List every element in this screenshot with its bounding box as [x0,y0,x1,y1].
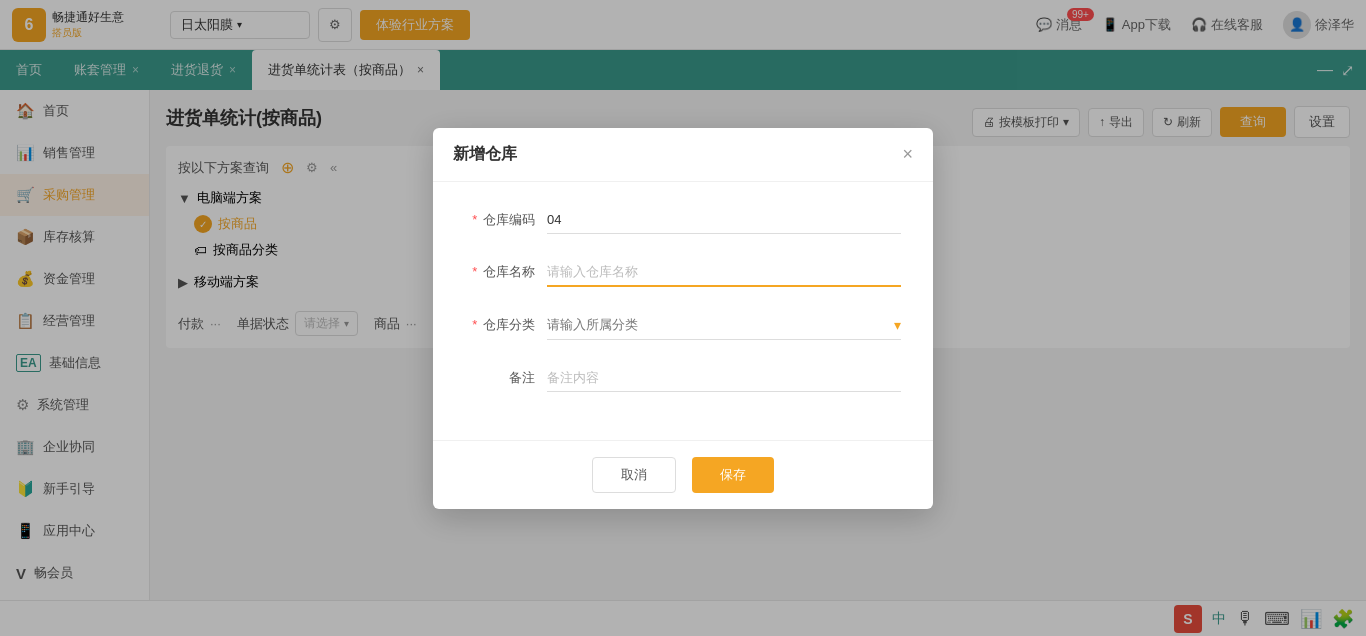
dialog-overlay[interactable]: 新增仓库 × * 仓库编码 * 仓库名称 * [0,0,1366,636]
warehouse-note-row: 备注 [465,364,901,392]
warehouse-category-select[interactable]: ▾ [547,311,901,340]
dialog-title: 新增仓库 [453,144,517,165]
cancel-button[interactable]: 取消 [592,457,676,493]
category-input[interactable] [547,317,894,332]
warehouse-name-row: * 仓库名称 [465,258,901,287]
warehouse-name-input[interactable] [547,258,901,287]
note-label: 备注 [465,369,535,387]
new-warehouse-dialog: 新增仓库 × * 仓库编码 * 仓库名称 * [433,128,933,509]
warehouse-category-row: * 仓库分类 ▾ [465,311,901,340]
name-label: * 仓库名称 [465,263,535,281]
warehouse-code-input[interactable] [547,206,901,234]
warehouse-note-input[interactable] [547,364,901,392]
dialog-footer: 取消 保存 [433,440,933,509]
category-dropdown-icon: ▾ [894,317,901,333]
dialog-close-button[interactable]: × [902,144,913,165]
category-label: * 仓库分类 [465,316,535,334]
code-label: * 仓库编码 [465,211,535,229]
warehouse-code-row: * 仓库编码 [465,206,901,234]
dialog-header: 新增仓库 × [433,128,933,182]
dialog-body: * 仓库编码 * 仓库名称 * 仓库分类 ▾ [433,182,933,440]
save-button[interactable]: 保存 [692,457,774,493]
